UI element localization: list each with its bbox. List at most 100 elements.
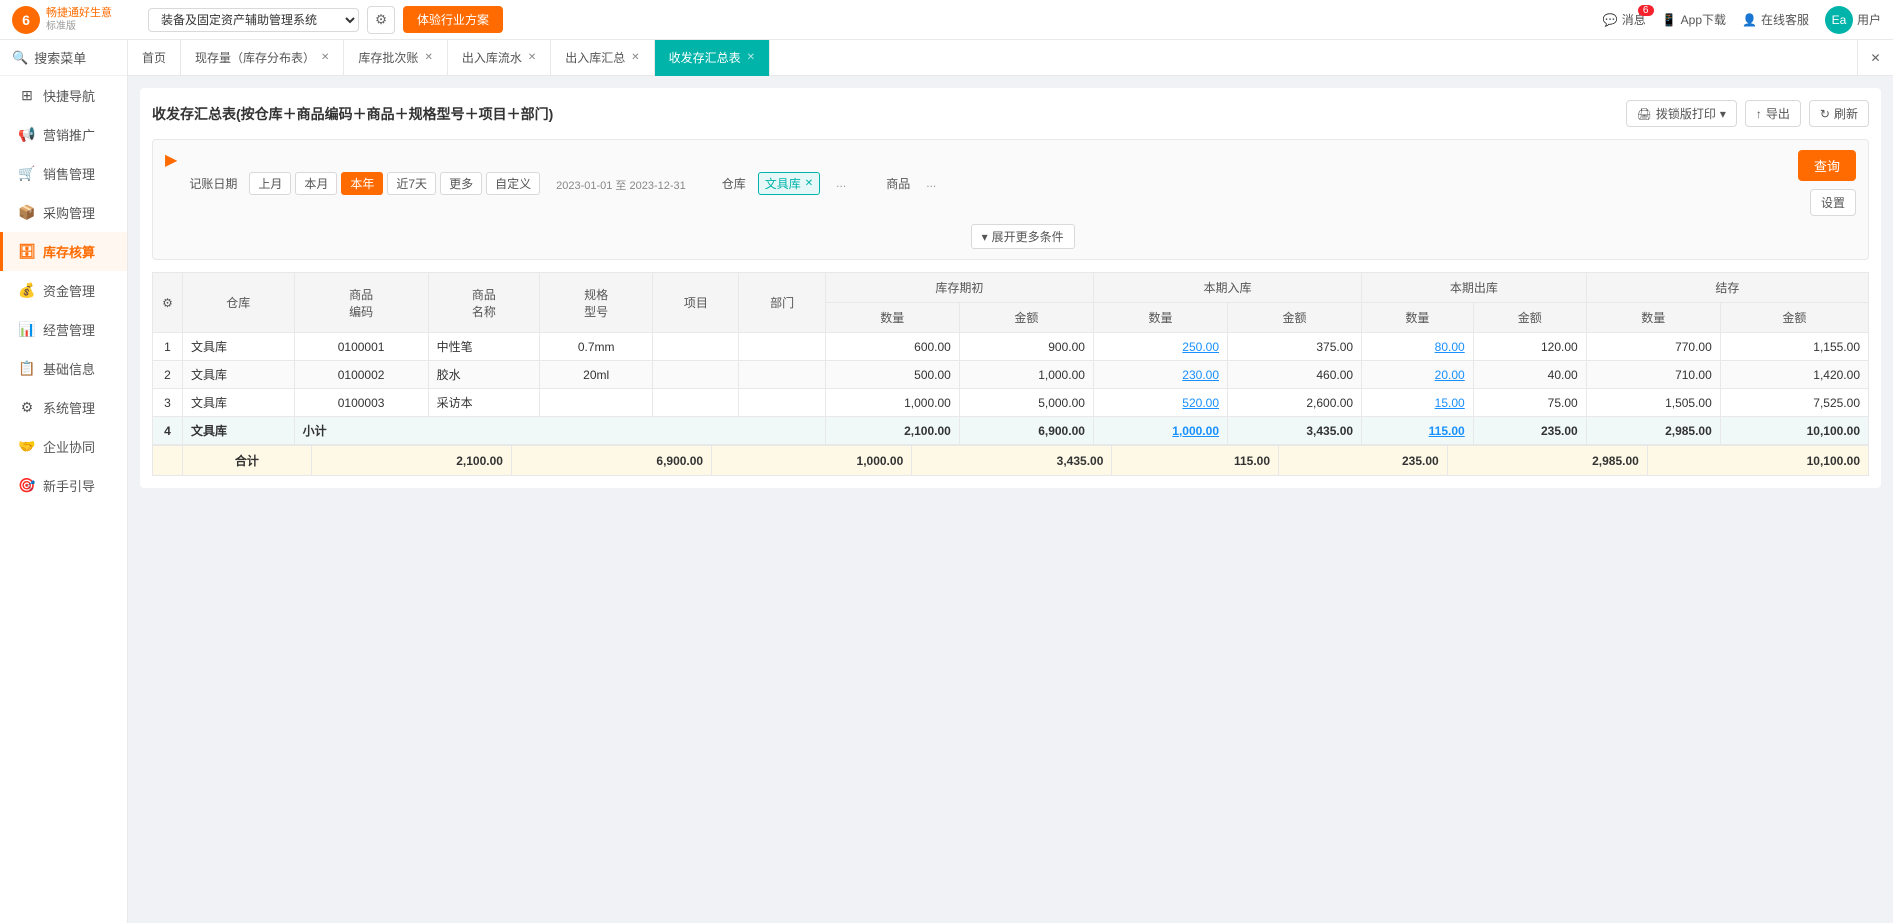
settings-button[interactable]: ⚙: [367, 6, 395, 34]
enterprise-icon: 🤝: [19, 439, 35, 455]
date-btn-last-month[interactable]: 上月: [249, 172, 291, 195]
sidebar-item-guide[interactable]: 🎯 新手引导: [0, 466, 127, 505]
phone-icon: 📱: [1662, 13, 1677, 27]
query-button[interactable]: 查询: [1798, 150, 1856, 181]
page-content: 收发存汇总表(按仓库＋商品编码＋商品＋规格型号＋项目＋部门) 🖨 拨锁版打印 ▾…: [128, 76, 1893, 923]
tab-receive-send-summary[interactable]: 收发存汇总表 ✕: [655, 40, 770, 76]
cell-out-qty-link[interactable]: 15.00: [1362, 389, 1474, 417]
cell-total-open-qty: 2,100.00: [311, 446, 511, 476]
cell-out-amt: 75.00: [1473, 389, 1586, 417]
tab-close-receive-send-summary[interactable]: ✕: [747, 52, 755, 63]
th-bal-amt: 金额: [1720, 303, 1868, 333]
tab-close-in-out-flow[interactable]: ✕: [528, 52, 536, 63]
tab-stock-distribution[interactable]: 现存量（库存分布表） ✕: [181, 40, 344, 76]
user-item[interactable]: Ea 用户: [1825, 6, 1881, 34]
cell-bal-qty: 710.00: [1586, 361, 1720, 389]
sidebar-item-system[interactable]: ⚙ 系统管理: [0, 388, 127, 427]
operations-icon: 📊: [19, 322, 35, 338]
warehouse-tag-remove[interactable]: ✕: [805, 178, 813, 189]
guide-icon: 🎯: [19, 478, 35, 494]
th-open-qty: 数量: [825, 303, 959, 333]
th-dept: 部门: [739, 273, 825, 333]
cell-total-in-qty: 1,000.00: [712, 446, 912, 476]
sidebar-item-quick-nav[interactable]: ⊞ 快捷导航: [0, 76, 127, 115]
cell-warehouse: 文具库: [183, 389, 295, 417]
tab-close-stock-distribution[interactable]: ✕: [321, 52, 329, 63]
tab-home[interactable]: 首页: [128, 40, 181, 76]
filter-collapse-arrow[interactable]: ▶: [165, 150, 177, 170]
cell-out-qty-link[interactable]: 80.00: [1362, 333, 1474, 361]
warehouse-tag: 文具库 ✕: [758, 172, 820, 195]
sidebar-item-operations[interactable]: 📊 经营管理: [0, 310, 127, 349]
sidebar-item-purchase[interactable]: 📦 采购管理: [0, 193, 127, 232]
tab-batch-account[interactable]: 库存批次账 ✕: [344, 40, 447, 76]
th-in: 本期入库: [1093, 273, 1361, 303]
tab-close-in-out-summary[interactable]: ✕: [631, 52, 639, 63]
filter-row: 记账日期 上月 本月 本年 近7天 更多 自定义: [189, 150, 1856, 216]
tab-bar: 首页 现存量（库存分布表） ✕ 库存批次账 ✕ 出入库流水 ✕ 出入库汇总 ✕: [128, 40, 1893, 76]
tab-bar-close-all[interactable]: ✕: [1857, 40, 1893, 76]
page-card: 收发存汇总表(按仓库＋商品编码＋商品＋规格型号＋项目＋部门) 🖨 拨锁版打印 ▾…: [140, 88, 1881, 488]
warehouse-more-btn[interactable]: ...: [832, 174, 850, 192]
cell-out-qty-link[interactable]: 20.00: [1362, 361, 1474, 389]
goods-more-btn[interactable]: ...: [922, 174, 940, 192]
tab-in-out-summary[interactable]: 出入库汇总 ✕: [551, 40, 654, 76]
tab-in-out-flow[interactable]: 出入库流水 ✕: [448, 40, 551, 76]
top-right-area: 💬 消息 6 📱 App下载 👤 在线客服 Ea 用户: [1603, 6, 1881, 34]
cell-sub-out-qty-link[interactable]: 115.00: [1362, 417, 1474, 445]
table-row: 2 文具库 0100002 胶水 20ml 500.00 1,000.00: [153, 361, 1869, 389]
cell-bal-qty: 1,505.00: [1586, 389, 1720, 417]
sidebar-item-basic-info[interactable]: 📋 基础信息: [0, 349, 127, 388]
print-button[interactable]: 🖨 拨锁版打印 ▾: [1626, 100, 1737, 127]
sidebar-item-marketing[interactable]: 📢 营销推广: [0, 115, 127, 154]
finance-icon: 💰: [19, 283, 35, 299]
cell-open-qty: 1,000.00: [825, 389, 959, 417]
online-service-item[interactable]: 👤 在线客服: [1742, 11, 1809, 28]
cell-num: 1: [153, 333, 183, 361]
cell-total-label: 合计: [183, 446, 312, 476]
data-table: ⚙ 仓库 商品编码 商品名称 规格型号 项目 部门 库存期初 本期入库 本期: [152, 272, 1869, 445]
avatar: Ea: [1825, 6, 1853, 34]
cell-out-amt: 40.00: [1473, 361, 1586, 389]
cell-in-qty-link[interactable]: 520.00: [1093, 389, 1227, 417]
setting-button[interactable]: 设置: [1810, 189, 1856, 216]
date-btn-this-month[interactable]: 本月: [295, 172, 337, 195]
system-icon: ⚙: [19, 400, 35, 416]
message-icon: 💬: [1603, 13, 1618, 27]
sidebar-item-finance[interactable]: 💰 资金管理: [0, 271, 127, 310]
th-balance: 结存: [1586, 273, 1868, 303]
system-title-select[interactable]: 装备及固定资产辅助管理系统: [148, 8, 359, 32]
th-out-amt: 金额: [1473, 303, 1586, 333]
sidebar-item-inventory[interactable]: 🗄 库存核算: [0, 232, 127, 271]
table-wrapper: ⚙ 仓库 商品编码 商品名称 规格型号 项目 部门 库存期初 本期入库 本期: [152, 272, 1869, 476]
app-download-item[interactable]: 📱 App下载: [1662, 11, 1726, 28]
experience-btn[interactable]: 体验行业方案: [403, 6, 503, 33]
refresh-icon: ↻: [1820, 107, 1830, 121]
header-actions: 🖨 拨锁版打印 ▾ ↑ 导出 ↻ 刷新: [1626, 100, 1869, 127]
export-button[interactable]: ↑ 导出: [1745, 100, 1801, 127]
date-btn-custom[interactable]: 自定义: [486, 172, 540, 195]
date-range-display: 2023-01-01 至 2023-12-31: [556, 177, 686, 193]
cell-in-qty-link[interactable]: 230.00: [1093, 361, 1227, 389]
cell-in-qty-link[interactable]: 250.00: [1093, 333, 1227, 361]
th-warehouse: 仓库: [183, 273, 295, 333]
inventory-icon: 🗄: [19, 244, 35, 260]
sidebar-item-enterprise[interactable]: 🤝 企业协同: [0, 427, 127, 466]
th-bal-qty: 数量: [1586, 303, 1720, 333]
cell-project: [653, 361, 739, 389]
date-btn-more[interactable]: 更多: [440, 172, 482, 195]
refresh-button[interactable]: ↻ 刷新: [1809, 100, 1869, 127]
cell-open-amt: 1,000.00: [959, 361, 1093, 389]
date-btn-this-year[interactable]: 本年: [341, 172, 383, 195]
cell-dept: [739, 333, 825, 361]
cell-num: 2: [153, 361, 183, 389]
date-btn-7days[interactable]: 近7天: [387, 172, 436, 195]
messages-item[interactable]: 💬 消息 6: [1603, 11, 1646, 28]
search-menu-item[interactable]: 🔍 搜索菜单: [0, 40, 127, 76]
cell-sub-in-qty-link[interactable]: 1,000.00: [1093, 417, 1227, 445]
cell-sub-open-amt: 6,900.00: [959, 417, 1093, 445]
expand-conditions-btn[interactable]: ▾ 展开更多条件: [971, 224, 1075, 249]
tab-close-batch-account[interactable]: ✕: [424, 52, 432, 63]
sidebar-item-sales[interactable]: 🛒 销售管理: [0, 154, 127, 193]
table-row: 3 文具库 0100003 采访本 1,000.00 5,000.00: [153, 389, 1869, 417]
